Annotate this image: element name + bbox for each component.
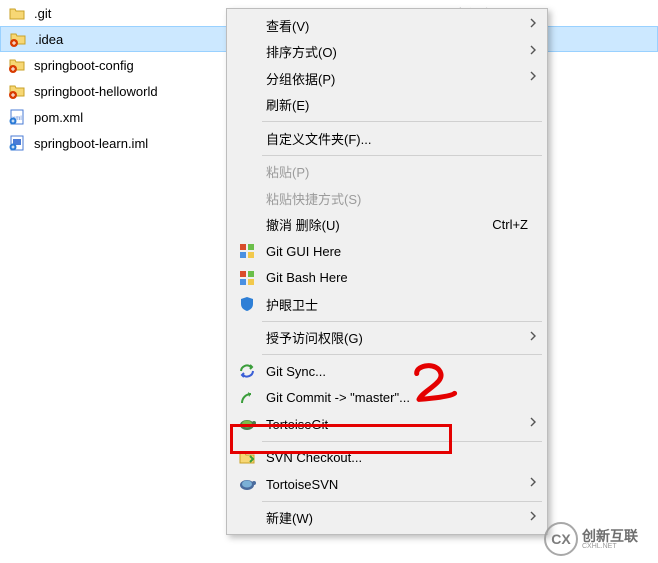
menu-git-commit[interactable]: Git Commit -> "master"... (230, 385, 544, 412)
menu-separator (262, 321, 542, 322)
menu-eye-guard[interactable]: 护眼卫士 (230, 291, 544, 318)
menu-git-bash[interactable]: Git Bash Here (230, 265, 544, 292)
menu-group[interactable]: 分组依据(P) (230, 65, 544, 92)
menu-separator (262, 501, 542, 502)
shortcut-label: Ctrl+Z (492, 217, 528, 232)
menu-separator (262, 155, 542, 156)
watermark-icon: CX (544, 522, 578, 556)
blank-icon (236, 127, 258, 149)
folder-icon (8, 4, 26, 22)
chevron-right-icon (530, 511, 538, 525)
svn-checkout-icon (236, 447, 258, 469)
folder-icon (8, 82, 26, 100)
menu-customize-folder[interactable]: 自定义文件夹(F)... (230, 125, 544, 152)
chevron-right-icon (530, 71, 538, 85)
blank-icon (236, 327, 258, 349)
watermark-text: 创新互联 CXHL.NET (582, 529, 638, 550)
blank-icon (236, 161, 258, 183)
menu-git-gui[interactable]: Git GUI Here (230, 238, 544, 265)
tortoise-svn-icon (236, 473, 258, 495)
folder-icon (9, 30, 27, 48)
shield-icon (236, 293, 258, 315)
menu-refresh[interactable]: 刷新(E) (230, 92, 544, 119)
commit-icon (236, 387, 258, 409)
menu-sort[interactable]: 排序方式(O) (230, 39, 544, 66)
menu-paste: 粘贴(P) (230, 159, 544, 186)
menu-paste-shortcut: 粘贴快捷方式(S) (230, 185, 544, 212)
blank-icon (236, 214, 258, 236)
folder-icon (8, 56, 26, 74)
chevron-right-icon (530, 45, 538, 59)
annotation-number (408, 358, 463, 417)
context-menu: 查看(V) 排序方式(O) 分组依据(P) 刷新(E) 自定义文件夹(F)...… (226, 8, 548, 535)
chevron-right-icon (530, 331, 538, 345)
watermark: CX 创新互联 CXHL.NET (544, 519, 654, 559)
blank-icon (236, 187, 258, 209)
chevron-right-icon (530, 477, 538, 491)
xml-icon: xml (8, 108, 26, 126)
git-bash-icon (236, 267, 258, 289)
menu-tortoisegit[interactable]: TortoiseGit (230, 411, 544, 438)
git-gui-icon (236, 240, 258, 262)
menu-undo-delete[interactable]: 撤消 删除(U)Ctrl+Z (230, 212, 544, 239)
blank-icon (236, 14, 258, 36)
sync-icon (236, 360, 258, 382)
iml-icon (8, 134, 26, 152)
menu-tortoisesvn[interactable]: TortoiseSVN (230, 471, 544, 498)
menu-git-sync[interactable]: Git Sync... (230, 358, 544, 385)
blank-icon (236, 67, 258, 89)
menu-new[interactable]: 新建(W) (230, 505, 544, 532)
blank-icon (236, 41, 258, 63)
tortoise-git-icon (236, 413, 258, 435)
menu-separator (262, 441, 542, 442)
blank-icon (236, 507, 258, 529)
menu-svn-checkout[interactable]: SVN Checkout... (230, 445, 544, 472)
menu-separator (262, 121, 542, 122)
menu-view[interactable]: 查看(V) (230, 12, 544, 39)
chevron-right-icon (530, 417, 538, 431)
blank-icon (236, 94, 258, 116)
menu-grant-access[interactable]: 授予访问权限(G) (230, 325, 544, 352)
chevron-right-icon (530, 18, 538, 32)
menu-separator (262, 354, 542, 355)
